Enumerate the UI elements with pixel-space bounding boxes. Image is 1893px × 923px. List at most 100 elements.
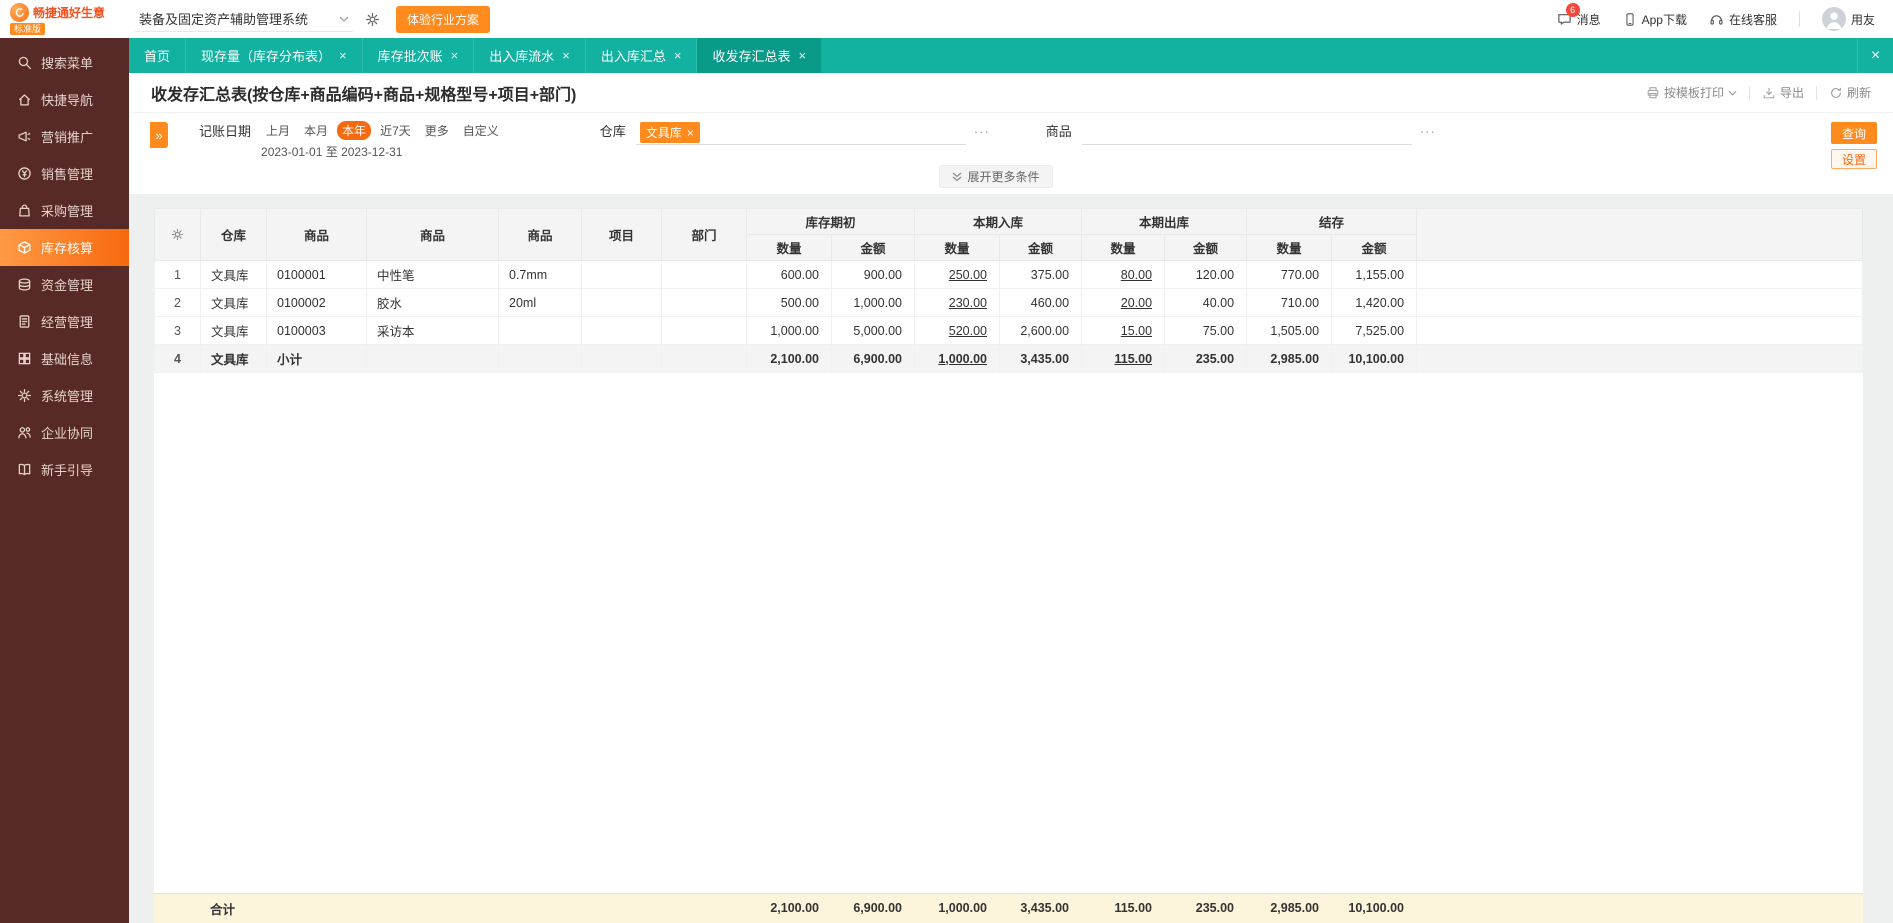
sidebar-item-sales[interactable]: 销售管理 (0, 155, 129, 192)
summary-table: 仓库 商品 商品 商品 项目 部门 库存期初 本期入库 本期出库 结存 数量 金… (154, 208, 1863, 373)
tab-current-stock-distribution[interactable]: 现存量（库存分布表） × (186, 38, 363, 73)
cell-product-code: 0100003 (266, 316, 367, 345)
cell-project (581, 344, 662, 373)
outbound-qty-link[interactable]: 20.00 (1121, 296, 1152, 310)
toolbar-divider (1748, 85, 1750, 100)
table-row[interactable]: 2 文具库 0100002 胶水 20ml 500.00 1,000.00 23… (154, 288, 1863, 317)
range-this-year-button[interactable]: 本年 (337, 121, 372, 140)
cell-opening-qty: 500.00 (746, 288, 832, 317)
close-all-tabs-button[interactable]: × (1857, 38, 1893, 73)
sidebar-item-inventory-accounting[interactable]: 库存核算 (0, 229, 129, 266)
purchase-bag-icon (17, 203, 32, 218)
total-inbound-qty: 1,000.00 (914, 892, 999, 923)
tab-home[interactable]: 首页 (129, 38, 187, 73)
search-button[interactable]: 查询 (1831, 122, 1877, 144)
title-bar: 收发存汇总表(按仓库+商品编码+商品+规格型号+项目+部门) 按模板打印 导出 (129, 73, 1893, 112)
sidebar-item-base-info[interactable]: 基础信息 (0, 340, 129, 377)
expand-more-conditions-label: 展开更多条件 (967, 170, 1040, 184)
sidebar-item-label: 采购管理 (41, 204, 94, 219)
cell-warehouse: 文具库 (200, 344, 267, 373)
cell-opening-amount: 5,000.00 (830, 316, 916, 345)
tab-in-out-summary[interactable]: 出入库汇总 × (586, 38, 698, 73)
export-button[interactable]: 导出 (1762, 84, 1804, 101)
user-menu[interactable]: 用友 (1821, 7, 1875, 31)
tab-receipt-issue-balance-summary[interactable]: 收发存汇总表 × (697, 38, 823, 73)
sales-icon (17, 166, 32, 181)
grand-total-row: 合计 2,100.00 6,900.00 1,000.00 3,435.00 1… (154, 892, 1863, 923)
range-last-7-days-button[interactable]: 近7天 (375, 121, 416, 140)
expand-more-conditions-button[interactable]: 展开更多条件 (939, 165, 1053, 188)
range-this-month-button[interactable]: 本月 (299, 121, 333, 140)
sidebar-item-search-menu[interactable]: 搜索菜单 (0, 44, 129, 81)
settings-gear-button[interactable] (365, 12, 380, 27)
tab-close-icon[interactable]: × (674, 49, 682, 62)
sidebar-item-operations[interactable]: 经营管理 (0, 303, 129, 340)
messages-button[interactable]: 消息 6 (1557, 2, 1601, 28)
app-download-button[interactable]: App下载 (1623, 11, 1687, 28)
tab-close-icon[interactable]: × (451, 49, 459, 62)
sidebar-item-funds[interactable]: 资金管理 (0, 266, 129, 303)
group-header-outbound: 本期出库 (1081, 208, 1248, 235)
table-row[interactable]: 3 文具库 0100003 采访本 1,000.00 5,000.00 520.… (154, 316, 1863, 345)
col-header-product-code: 商品 (266, 208, 367, 261)
tab-close-icon[interactable]: × (798, 49, 806, 62)
col-header-warehouse: 仓库 (200, 208, 267, 261)
date-range-value[interactable]: 2023-01-01 至 2023-12-31 (261, 143, 504, 160)
sidebar-item-guide[interactable]: 新手引导 (0, 451, 129, 488)
sidebar-item-label: 企业协同 (41, 426, 94, 441)
range-last-month-button[interactable]: 上月 (261, 121, 295, 140)
system-selector[interactable]: 装备及固定资产辅助管理系统 (135, 6, 353, 32)
cell-outbound-amount: 120.00 (1164, 260, 1248, 289)
cell-outbound-amount: 235.00 (1164, 344, 1248, 373)
warehouse-more-button[interactable]: ··· (974, 121, 990, 143)
report-doc-icon (17, 314, 32, 329)
subtotal-row[interactable]: 4 文具库 小计 2,100.00 6,900.00 1,000.00 3,43… (154, 344, 1863, 373)
trial-industry-plan-button[interactable]: 体验行业方案 (396, 5, 491, 33)
tab-close-icon[interactable]: × (339, 49, 347, 62)
warehouse-input[interactable]: 文具库 × (635, 121, 966, 145)
app-download-label: App下载 (1641, 12, 1687, 27)
inbound-qty-link[interactable]: 520.00 (949, 324, 987, 338)
range-more-button[interactable]: 更多 (420, 121, 454, 140)
outbound-qty-link[interactable]: 80.00 (1121, 268, 1152, 282)
refresh-button[interactable]: 刷新 (1829, 84, 1871, 101)
export-icon (1763, 87, 1775, 98)
product-more-button[interactable]: ··· (1420, 121, 1436, 143)
inbound-qty-link[interactable]: 250.00 (949, 268, 987, 282)
user-label: 用友 (1850, 12, 1875, 27)
toolbar-divider (1815, 85, 1817, 100)
grid-icon (17, 351, 32, 366)
warehouse-tag: 文具库 × (639, 122, 700, 143)
tab-in-out-flow[interactable]: 出入库流水 × (474, 38, 586, 73)
cell-opening-amount: 1,000.00 (830, 288, 916, 317)
outbound-qty-link[interactable]: 15.00 (1121, 324, 1152, 338)
sidebar-item-quick-nav[interactable]: 快捷导航 (0, 81, 129, 118)
collapse-filters-button[interactable]: » (150, 122, 168, 148)
online-service-button[interactable]: 在线客服 (1709, 11, 1777, 28)
printer-icon (1647, 86, 1659, 98)
cell-balance-amount: 10,100.00 (1331, 344, 1418, 373)
table-scroll-area[interactable]: 仓库 商品 商品 商品 项目 部门 库存期初 本期入库 本期出库 结存 数量 金… (154, 208, 1863, 893)
sidebar-item-system[interactable]: 系统管理 (0, 377, 129, 414)
settings-button[interactable]: 设置 (1831, 149, 1877, 169)
cell-outbound-qty: 15.00 (1081, 316, 1166, 345)
product-filter-label: 商品 (1045, 124, 1072, 139)
product-input[interactable] (1081, 121, 1412, 145)
tab-close-icon[interactable]: × (562, 49, 570, 62)
table-row[interactable]: 1 文具库 0100001 中性笔 0.7mm 600.00 900.00 25… (154, 260, 1863, 289)
cell-product-spec: 0.7mm (498, 260, 582, 289)
column-settings-button[interactable] (154, 208, 201, 261)
print-by-template-button[interactable]: 按模板打印 (1646, 84, 1737, 101)
range-custom-button[interactable]: 自定义 (458, 121, 504, 140)
remove-tag-icon[interactable]: × (687, 126, 694, 140)
cell-inbound-qty: 230.00 (914, 288, 1001, 317)
sidebar-item-collaboration[interactable]: 企业协同 (0, 414, 129, 451)
sidebar-item-marketing[interactable]: 营销推广 (0, 118, 129, 155)
outbound-qty-link[interactable]: 115.00 (1114, 352, 1152, 366)
inbound-qty-link[interactable]: 1,000.00 (938, 352, 987, 366)
tab-stock-batch-ledger[interactable]: 库存批次账 × (363, 38, 475, 73)
system-selector-value: 装备及固定资产辅助管理系统 (139, 12, 309, 27)
sub-header-amount: 金额 (830, 234, 916, 261)
sidebar-item-purchase[interactable]: 采购管理 (0, 192, 129, 229)
inbound-qty-link[interactable]: 230.00 (949, 296, 987, 310)
